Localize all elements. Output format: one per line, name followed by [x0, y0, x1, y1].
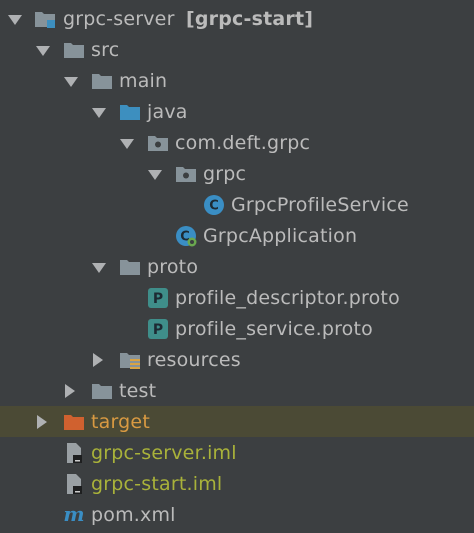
file-label-pom: pom.xml: [91, 503, 176, 526]
folder-label-target: target: [91, 410, 150, 433]
folder-label-proto: proto: [147, 255, 199, 278]
class-icon-letter: C: [209, 198, 219, 213]
tree-row-package[interactable]: com.deft.grpc: [0, 127, 474, 158]
tree-row-app-class[interactable]: C GrpcApplication: [0, 220, 474, 251]
chevron-down-icon[interactable]: [36, 45, 50, 56]
tree-row-target[interactable]: target: [0, 406, 474, 437]
source-folder-icon: [119, 101, 141, 123]
package-icon: [147, 132, 169, 154]
chevron-right-icon[interactable]: [37, 414, 47, 429]
folder-label-main: main: [119, 69, 168, 92]
chevron-down-icon[interactable]: [92, 262, 106, 273]
folder-label-src: src: [91, 38, 120, 61]
excluded-folder-icon: [63, 411, 85, 433]
proto-icon-letter: P: [153, 291, 163, 307]
tree-row-proto[interactable]: proto: [0, 251, 474, 282]
chevron-down-icon[interactable]: [8, 14, 22, 25]
spring-boot-class-icon: C: [175, 225, 197, 247]
tree-row-project[interactable]: grpc-server [grpc-start]: [0, 3, 474, 34]
resources-folder-icon: [119, 349, 141, 371]
folder-label-resources: resources: [147, 348, 241, 371]
tree-row-iml-2[interactable]: grpc-start.iml: [0, 468, 474, 499]
tree-row-pom[interactable]: m pom.xml: [0, 499, 474, 530]
file-label-iml-start: grpc-start.iml: [91, 472, 223, 495]
folder-label-java: java: [147, 100, 188, 123]
class-label-application: GrpcApplication: [203, 224, 358, 247]
project-tree: grpc-server [grpc-start] src main java c…: [0, 0, 474, 533]
tree-row-proto-file-1[interactable]: P profile_descriptor.proto: [0, 282, 474, 313]
folder-label-test: test: [119, 379, 157, 402]
maven-icon-letter: m: [63, 504, 84, 526]
package-icon: [175, 163, 197, 185]
subpackage-label: grpc: [203, 162, 247, 185]
tree-row-resources[interactable]: resources: [0, 344, 474, 375]
project-name: grpc-server: [63, 7, 175, 30]
proto-icon-letter: P: [153, 322, 163, 338]
tree-row-src[interactable]: src: [0, 34, 474, 65]
tree-row-java[interactable]: java: [0, 96, 474, 127]
proto-file-icon: P: [147, 287, 169, 309]
folder-icon: [119, 256, 141, 278]
file-label-proto-descriptor: profile_descriptor.proto: [175, 286, 400, 309]
tree-row-service-class[interactable]: C GrpcProfileService: [0, 189, 474, 220]
module-folder-icon: [34, 8, 56, 30]
tree-row-main[interactable]: main: [0, 65, 474, 96]
folder-icon: [63, 39, 85, 61]
maven-icon: m: [62, 502, 84, 526]
tree-row-test[interactable]: test: [0, 375, 474, 406]
tree-row-subpackage[interactable]: grpc: [0, 158, 474, 189]
class-icon: C: [203, 194, 225, 216]
chevron-down-icon[interactable]: [92, 107, 106, 118]
chevron-right-icon[interactable]: [93, 352, 103, 367]
folder-icon: [91, 70, 113, 92]
iml-file-icon: [63, 442, 85, 464]
file-label-proto-service: profile_service.proto: [175, 317, 373, 340]
project-module-name: [grpc-start]: [186, 7, 314, 30]
iml-file-icon: [63, 473, 85, 495]
package-label: com.deft.grpc: [175, 131, 311, 154]
chevron-right-icon[interactable]: [65, 383, 75, 398]
chevron-down-icon[interactable]: [64, 76, 78, 87]
chevron-down-icon[interactable]: [148, 169, 162, 180]
file-label-iml-server: grpc-server.iml: [91, 441, 237, 464]
tree-row-proto-file-2[interactable]: P profile_service.proto: [0, 313, 474, 344]
folder-icon: [91, 380, 113, 402]
chevron-down-icon[interactable]: [120, 138, 134, 149]
class-label-service: GrpcProfileService: [231, 193, 409, 216]
proto-file-icon: P: [147, 318, 169, 340]
tree-row-iml-1[interactable]: grpc-server.iml: [0, 437, 474, 468]
